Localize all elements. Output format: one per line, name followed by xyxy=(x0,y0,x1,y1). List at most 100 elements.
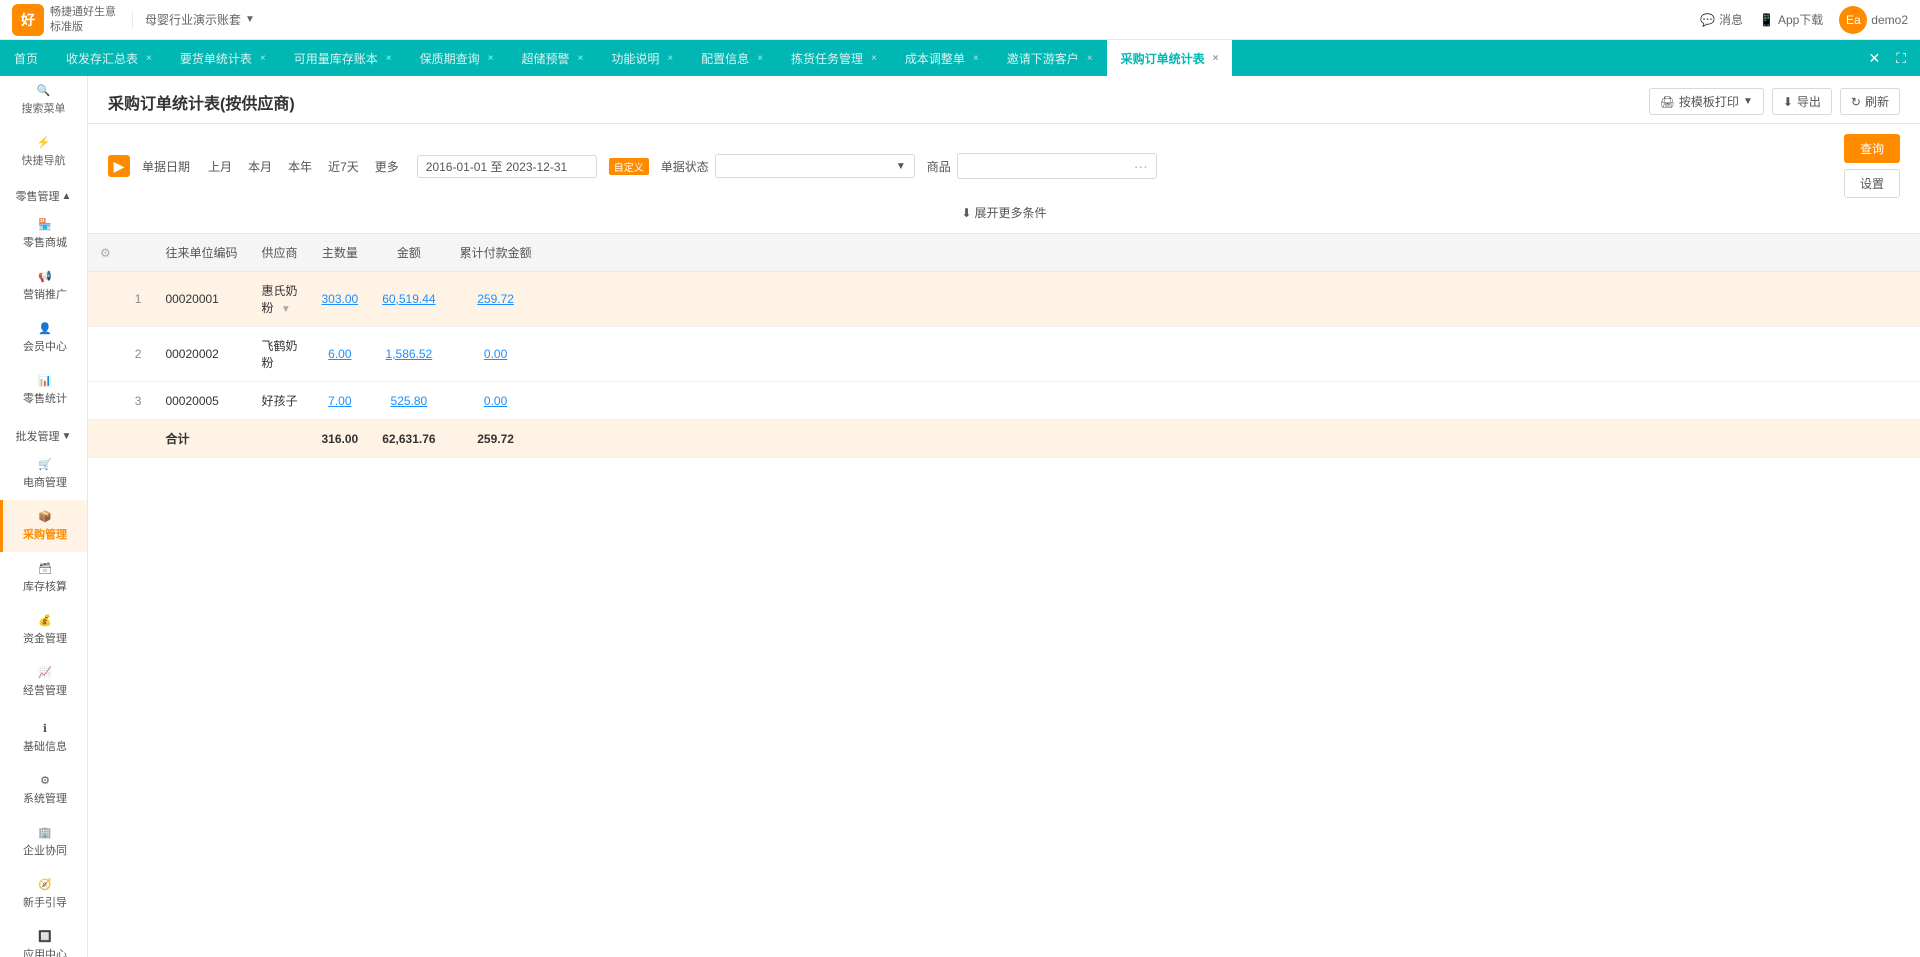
date-btn-more[interactable]: 更多 xyxy=(369,156,405,177)
sidebar-item-retail[interactable]: 零售管理 ▲ xyxy=(0,180,87,208)
sidebar-item-marketing[interactable]: 📢 营销推广 xyxy=(0,260,87,312)
close-icon[interactable]: × xyxy=(973,53,979,64)
top-bar-right: 💬 消息 📱 App下载 Ea demo2 xyxy=(1700,6,1908,34)
paid-link[interactable]: 259.72 xyxy=(477,292,514,306)
filter-area: ▶ 单据日期 上月 本月 本年 近7天 更多 2016-01-01 至 2023… xyxy=(88,124,1920,234)
filter-row: ▶ 单据日期 上月 本月 本年 近7天 更多 2016-01-01 至 2023… xyxy=(108,134,1900,198)
paid-link[interactable]: 0.00 xyxy=(484,347,507,361)
close-icon[interactable]: × xyxy=(260,53,266,64)
sidebar-item-member[interactable]: 👤 会员中心 xyxy=(0,312,87,364)
purchase-icon: 📦 xyxy=(38,510,52,523)
footer-amount: 62,631.76 xyxy=(370,420,447,458)
refresh-button[interactable]: ↻ 刷新 xyxy=(1840,88,1900,115)
qty-cell: 7.00 xyxy=(309,382,370,420)
date-range-input[interactable]: 2016-01-01 至 2023-12-31 xyxy=(417,155,597,178)
close-icon[interactable]: × xyxy=(577,53,583,64)
col-extra xyxy=(544,234,1920,272)
footer-qty: 316.00 xyxy=(309,420,370,458)
qty-cell: 6.00 xyxy=(309,327,370,382)
goods-input[interactable]: ··· xyxy=(957,153,1157,179)
sidebar-item-search[interactable]: 🔍 搜索菜单 xyxy=(0,76,87,124)
supplier-name-cell: 好孩子 xyxy=(249,382,309,420)
row-index: 3 xyxy=(123,382,154,420)
sidebar-item-basic-info[interactable]: ℹ 基础信息 xyxy=(0,712,87,764)
date-btn-this-year[interactable]: 本年 xyxy=(282,156,318,177)
row-settings-cell xyxy=(88,272,123,327)
tab-gongnengshuo[interactable]: 功能说明 × xyxy=(597,40,687,76)
app-download-button[interactable]: 📱 App下载 xyxy=(1759,11,1823,28)
tab-peizhi[interactable]: 配置信息 × xyxy=(687,40,777,76)
qty-link[interactable]: 7.00 xyxy=(328,394,351,408)
user-profile-button[interactable]: Ea demo2 xyxy=(1839,6,1908,34)
tab-yaoqing[interactable]: 邀请下游客户 × xyxy=(993,40,1107,76)
sidebar-item-purchase[interactable]: 📦 采购管理 xyxy=(0,500,87,552)
sidebar-item-batch[interactable]: 批发管理 ▼ xyxy=(0,420,87,448)
amount-link[interactable]: 60,519.44 xyxy=(382,292,435,306)
qty-link[interactable]: 303.00 xyxy=(321,292,358,306)
date-btn-7days[interactable]: 近7天 xyxy=(322,156,365,177)
tab-shoufahuizong[interactable]: 收发存汇总表 × xyxy=(52,40,166,76)
close-icon[interactable]: × xyxy=(1087,53,1093,64)
fullscreen-button[interactable]: ⛶ xyxy=(1890,48,1912,69)
enterprise-icon: 🏢 xyxy=(38,826,52,839)
template-print-button[interactable]: 🖨 按模板打印 ▼ xyxy=(1649,88,1764,115)
app-center-icon: 🔲 xyxy=(38,930,52,943)
expand-more-button[interactable]: ⬇ 展开更多条件 xyxy=(961,204,1046,221)
date-label: 单据日期 xyxy=(142,158,190,175)
tab-caigou[interactable]: 采购订单统计表 × xyxy=(1107,40,1233,76)
tab-paohuo[interactable]: 拣货任务管理 × xyxy=(777,40,891,76)
chevron-down-icon: ▼ xyxy=(896,161,906,172)
tab-home[interactable]: 首页 xyxy=(0,40,52,76)
tab-baozhi[interactable]: 保质期查询 × xyxy=(406,40,508,76)
workspace-selector[interactable]: 母婴行业演示账套 ▼ xyxy=(132,11,255,28)
date-btn-this-month[interactable]: 本月 xyxy=(242,156,278,177)
paid-cell: 0.00 xyxy=(448,327,544,382)
sidebar-item-app-center[interactable]: 🔲 应用中心 xyxy=(0,920,87,957)
close-icon[interactable]: × xyxy=(757,53,763,64)
sidebar-item-guide[interactable]: 🧭 新手引导 xyxy=(0,868,87,920)
content-area: 采购订单统计表(按供应商) 🖨 按模板打印 ▼ ⬇ 导出 ↻ 刷新 xyxy=(88,76,1920,957)
close-icon[interactable]: × xyxy=(146,53,152,64)
col-amount: 金额 xyxy=(370,234,447,272)
tab-chaochuyu[interactable]: 超储预警 × xyxy=(507,40,597,76)
close-icon[interactable]: × xyxy=(488,53,494,64)
qty-link[interactable]: 6.00 xyxy=(328,347,351,361)
column-settings-icon[interactable]: ⚙ xyxy=(100,246,111,260)
supplier-name-cell: 飞鹤奶粉 xyxy=(249,327,309,382)
status-select[interactable]: ▼ xyxy=(715,154,915,178)
paid-link[interactable]: 0.00 xyxy=(484,394,507,408)
message-button[interactable]: 💬 消息 xyxy=(1700,11,1743,28)
close-icon[interactable]: × xyxy=(871,53,877,64)
close-icon[interactable]: × xyxy=(386,53,392,64)
tab-keyongliang[interactable]: 可用量库存账本 × xyxy=(280,40,406,76)
avatar: Ea xyxy=(1839,6,1867,34)
close-icon[interactable]: × xyxy=(667,53,673,64)
sidebar-item-retail-mall[interactable]: 🏪 零售商城 xyxy=(0,208,87,260)
date-custom-badge[interactable]: 自定义 xyxy=(609,158,649,175)
close-icon[interactable]: × xyxy=(1213,53,1219,64)
nav-tab-actions: ✕ ⛶ xyxy=(1862,48,1920,69)
more-dots-icon: ··· xyxy=(1134,158,1148,174)
tab-chengbentiaoz[interactable]: 成本调整单 × xyxy=(891,40,993,76)
filter-actions: 查询 设置 xyxy=(1832,134,1900,198)
close-all-tabs-button[interactable]: ✕ xyxy=(1862,48,1886,69)
sidebar-item-enterprise[interactable]: 🏢 企业协同 xyxy=(0,816,87,868)
sidebar-item-finance[interactable]: 💰 资金管理 xyxy=(0,604,87,656)
date-btn-last-month[interactable]: 上月 xyxy=(202,156,238,177)
sidebar-item-retail-stats[interactable]: 📊 零售统计 xyxy=(0,364,87,416)
settings-button[interactable]: 设置 xyxy=(1844,169,1900,198)
amount-link[interactable]: 525.80 xyxy=(391,394,428,408)
supplier-code-cell: 00020002 xyxy=(153,327,249,382)
query-button[interactable]: 查询 xyxy=(1844,134,1900,163)
sidebar-item-system[interactable]: ⚙ 系统管理 xyxy=(0,764,87,816)
footer-empty-1 xyxy=(88,420,123,458)
goods-filter-wrap: 商品 ··· xyxy=(927,153,1157,179)
sidebar-item-ecommerce[interactable]: 🛒 电商管理 xyxy=(0,448,87,500)
amount-link[interactable]: 1,586.52 xyxy=(386,347,433,361)
sidebar-item-inventory[interactable]: 🗃 库存核算 xyxy=(0,552,87,604)
sidebar-item-shortcut[interactable]: ⚡ 快捷导航 xyxy=(0,128,87,176)
tab-yaohuodantongji[interactable]: 要货单统计表 × xyxy=(166,40,280,76)
sidebar-item-operations[interactable]: 📈 经营管理 xyxy=(0,656,87,708)
export-button[interactable]: ⬇ 导出 xyxy=(1772,88,1832,115)
filter-toggle-button[interactable]: ▶ xyxy=(108,155,130,177)
